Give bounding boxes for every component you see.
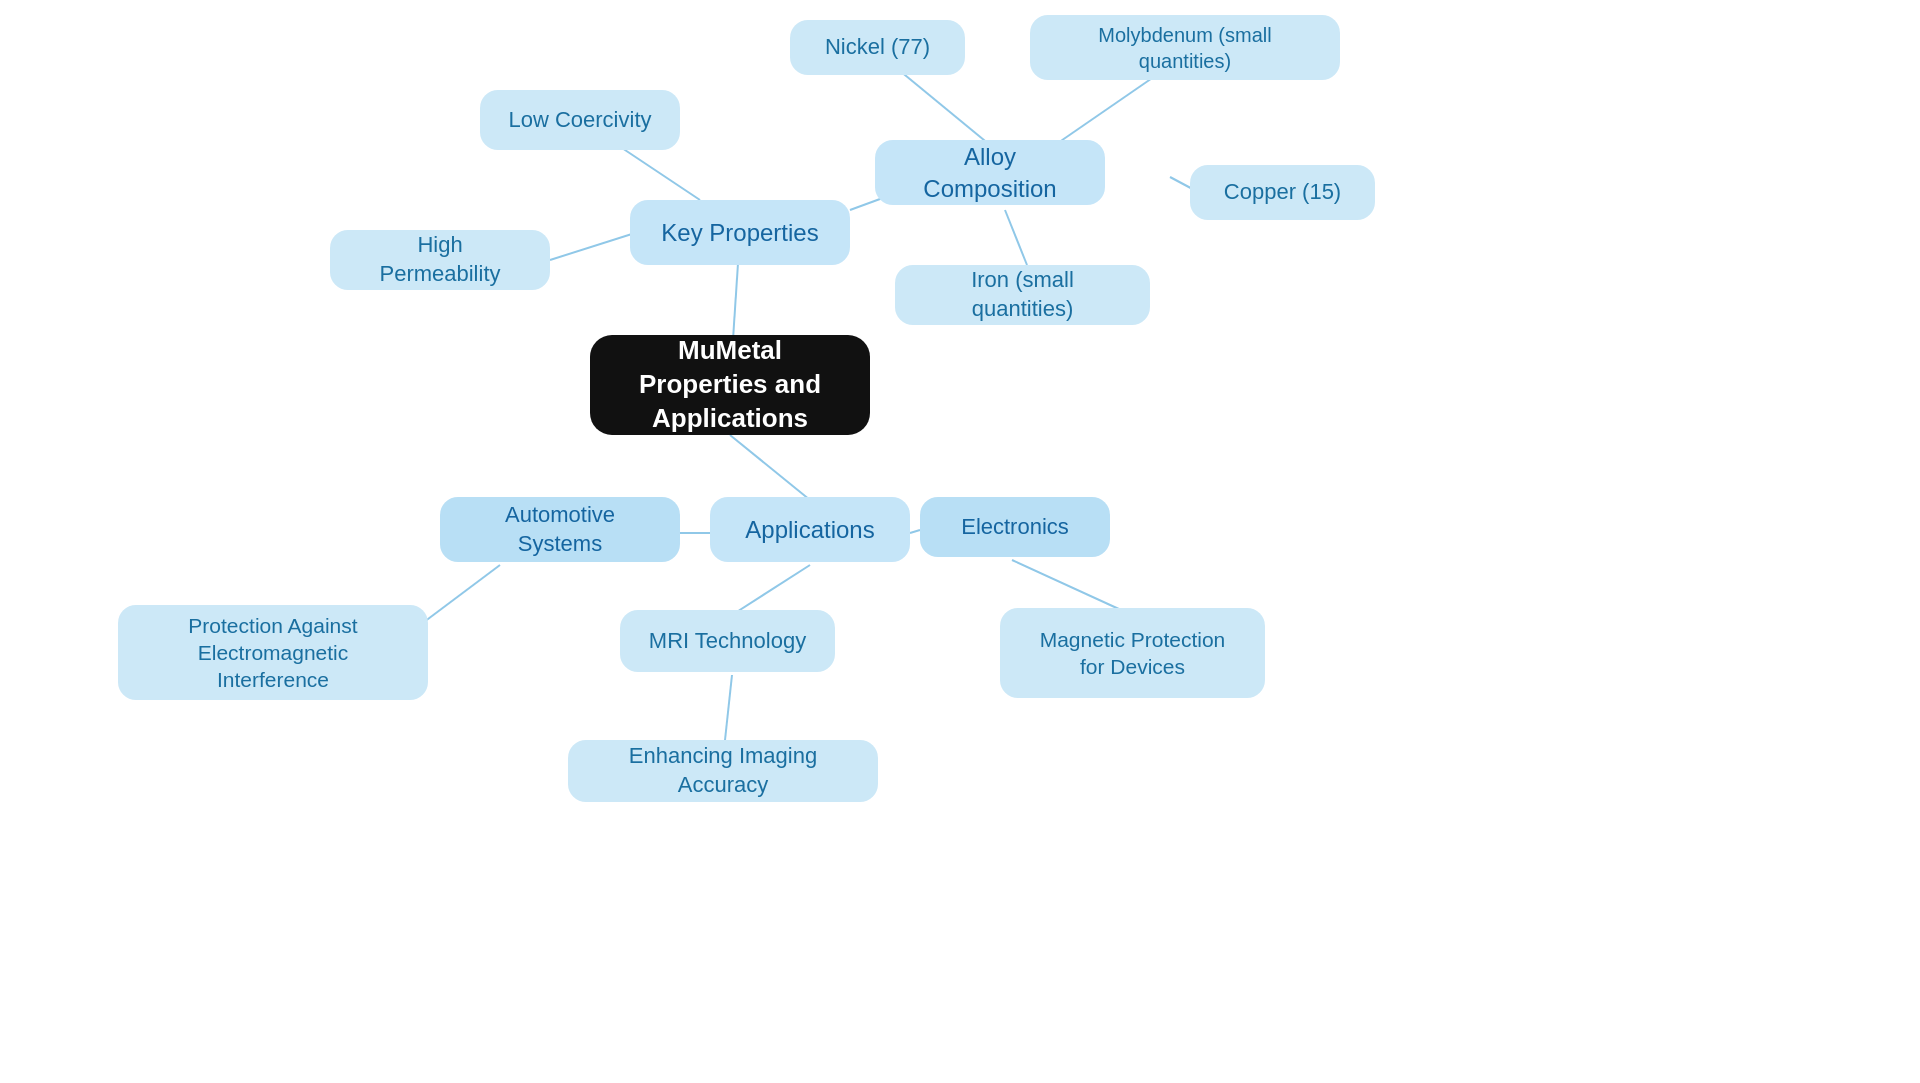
mri-label: MRI Technology — [649, 627, 806, 656]
center-label: MuMetal Properties and Applications — [618, 334, 842, 435]
low-coercivity-node: Low Coercivity — [480, 90, 680, 150]
center-node: MuMetal Properties and Applications — [590, 335, 870, 435]
automotive-node: Automotive Systems — [440, 497, 680, 562]
high-permeability-node: High Permeability — [330, 230, 550, 290]
imaging-label: Enhancing Imaging Accuracy — [596, 742, 850, 799]
high-permeability-label: High Permeability — [358, 231, 522, 288]
svg-line-8 — [1005, 210, 1027, 265]
magnetic-protection-label: Magnetic Protection for Devices — [1028, 626, 1237, 681]
alloy-composition-label: Alloy Composition — [903, 141, 1077, 203]
copper-label: Copper (15) — [1224, 178, 1341, 207]
molybdenum-label: Molybdenum (small quantities) — [1058, 22, 1312, 74]
emi-protection-node: Protection Against Electromagnetic Inter… — [118, 605, 428, 700]
imaging-node: Enhancing Imaging Accuracy — [568, 740, 878, 802]
iron-label: Iron (small quantities) — [923, 266, 1122, 323]
applications-node: Applications — [710, 497, 910, 562]
key-properties-node: Key Properties — [630, 200, 850, 265]
electronics-label: Electronics — [961, 513, 1069, 542]
alloy-composition-node: Alloy Composition — [875, 140, 1105, 205]
electronics-node: Electronics — [920, 497, 1110, 557]
svg-line-11 — [732, 565, 810, 615]
svg-line-13 — [1012, 560, 1132, 615]
svg-line-10 — [910, 530, 920, 533]
automotive-label: Automotive Systems — [468, 501, 652, 558]
low-coercivity-label: Low Coercivity — [508, 106, 651, 135]
nickel-node: Nickel (77) — [790, 20, 965, 75]
nickel-label: Nickel (77) — [825, 33, 930, 62]
svg-line-3 — [550, 233, 635, 260]
mri-node: MRI Technology — [620, 610, 835, 672]
svg-line-1 — [730, 435, 810, 500]
key-properties-label: Key Properties — [661, 217, 818, 248]
svg-line-14 — [725, 675, 732, 740]
copper-node: Copper (15) — [1190, 165, 1375, 220]
molybdenum-node: Molybdenum (small quantities) — [1030, 15, 1340, 80]
emi-protection-label: Protection Against Electromagnetic Inter… — [146, 612, 400, 694]
applications-label: Applications — [745, 514, 874, 545]
iron-node: Iron (small quantities) — [895, 265, 1150, 325]
magnetic-protection-node: Magnetic Protection for Devices — [1000, 608, 1265, 698]
